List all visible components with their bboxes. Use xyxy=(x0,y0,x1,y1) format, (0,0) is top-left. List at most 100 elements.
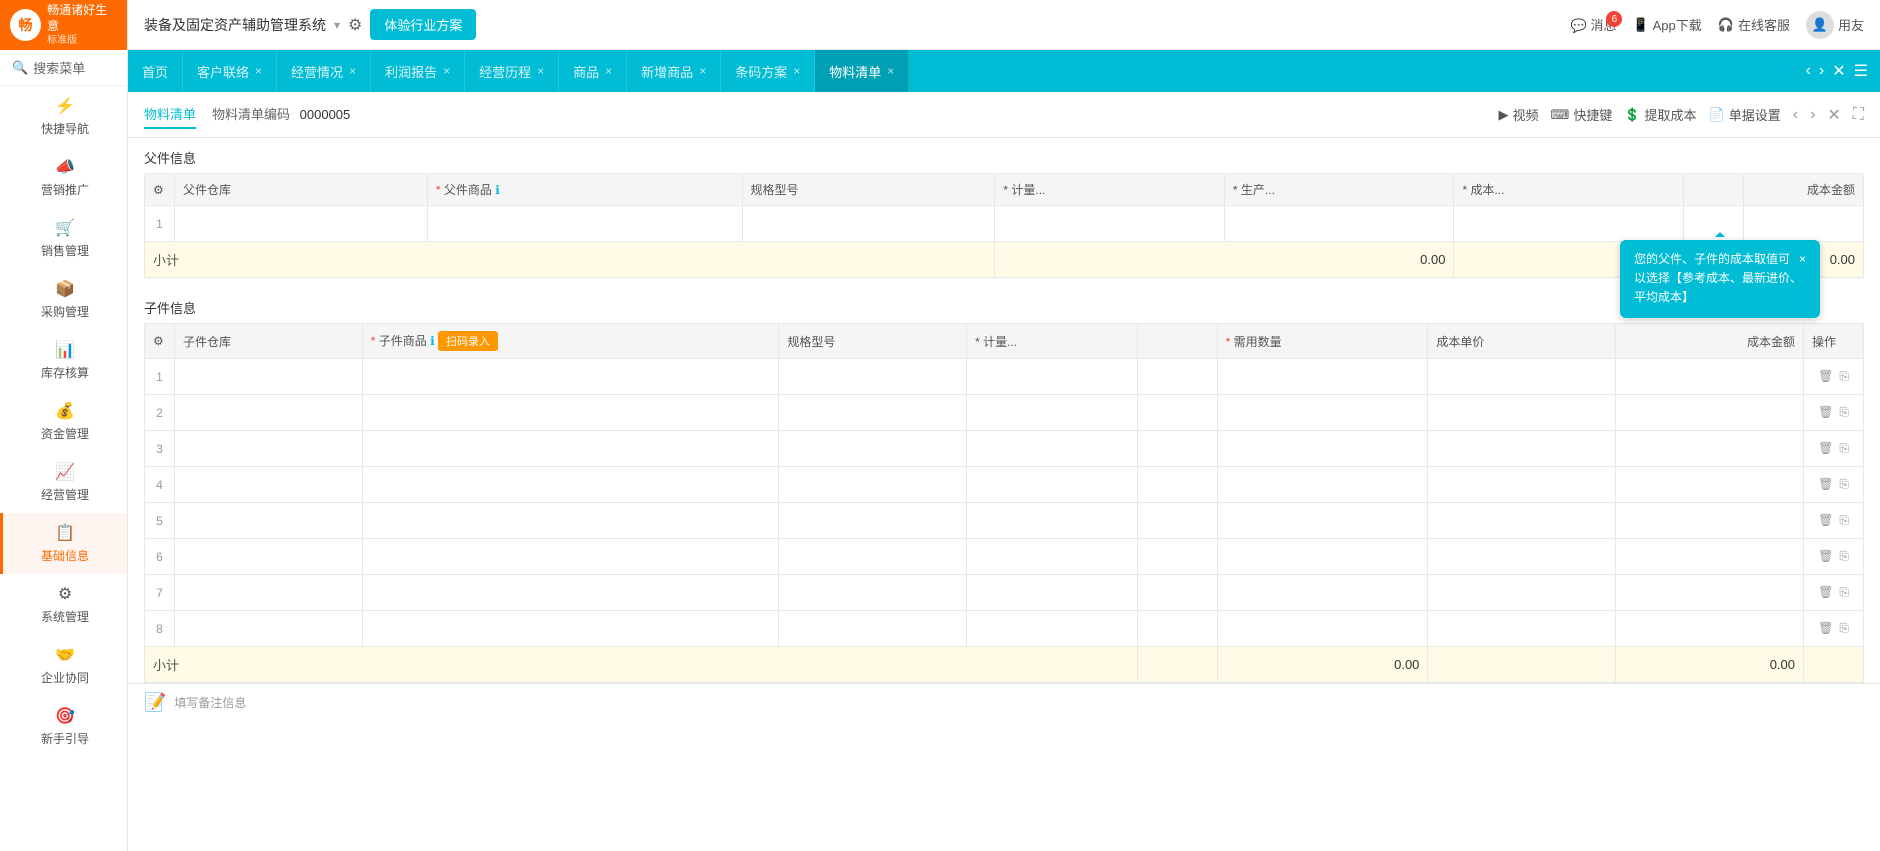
delete-icon-6[interactable]: 🗑 xyxy=(1818,549,1833,564)
sidebar-item-purchase[interactable]: 📦 采购管理 xyxy=(0,269,127,330)
child-cell-unit-cost-2[interactable] xyxy=(1428,395,1616,431)
sidebar-item-basic[interactable]: 📋 基础信息 xyxy=(0,513,127,574)
parent-cell-goods-1[interactable] xyxy=(427,206,742,242)
child-cell-goods-1[interactable] xyxy=(362,359,779,395)
child-cell-spec-3[interactable] xyxy=(779,431,967,467)
tab-close-new-goods[interactable]: × xyxy=(699,64,706,78)
tab-customer[interactable]: 客户联络 × xyxy=(183,50,277,92)
child-cell-warehouse-7[interactable] xyxy=(175,575,363,611)
copy-icon-1[interactable]: ⎘ xyxy=(1839,369,1849,384)
tab-close-all-btn[interactable]: ✕ xyxy=(1828,59,1849,83)
delete-icon-5[interactable]: 🗑 xyxy=(1818,513,1833,528)
close-page-btn[interactable]: ✕ xyxy=(1827,105,1840,125)
parent-cell-unit-1[interactable] xyxy=(995,206,1225,242)
delete-icon-3[interactable]: 🗑 xyxy=(1818,441,1833,456)
tab-close-barcode[interactable]: × xyxy=(793,64,800,78)
child-cell-spec-1[interactable] xyxy=(779,359,967,395)
child-cell-warehouse-1[interactable] xyxy=(175,359,363,395)
shortcut-action[interactable]: ⌨ 快捷键 xyxy=(1551,105,1613,124)
tab-goods[interactable]: 商品 × xyxy=(559,50,627,92)
expand-btn[interactable]: ⛶ xyxy=(1853,106,1864,124)
child-cell-goods-5[interactable] xyxy=(362,503,779,539)
copy-icon-6[interactable]: ⎘ xyxy=(1839,549,1849,564)
child-cell-spec-2[interactable] xyxy=(779,395,967,431)
child-cell-unit-cost-3[interactable] xyxy=(1428,431,1616,467)
tab-close-bom[interactable]: × xyxy=(887,64,894,78)
child-cell-unit-cost-8[interactable] xyxy=(1428,611,1616,647)
child-cell-goods-2[interactable] xyxy=(362,395,779,431)
tab-close-profit[interactable]: × xyxy=(443,64,450,78)
parent-cell-production-1[interactable] xyxy=(1224,206,1454,242)
delete-icon-1[interactable]: 🗑 xyxy=(1818,369,1833,384)
sidebar-item-operation[interactable]: 📈 经营管理 xyxy=(0,452,127,513)
delete-icon-8[interactable]: 🗑 xyxy=(1818,621,1833,636)
child-cell-qty-2[interactable] xyxy=(1217,395,1428,431)
delete-icon-7[interactable]: 🗑 xyxy=(1818,585,1833,600)
message-badge[interactable]: 💬 6 消息 xyxy=(1571,15,1617,34)
page-tab-bom-list[interactable]: 物料清单 xyxy=(144,100,196,129)
child-col-gear[interactable]: ⚙ xyxy=(145,324,175,359)
delete-icon-4[interactable]: 🗑 xyxy=(1818,477,1833,492)
child-cell-unit-cost-7[interactable] xyxy=(1428,575,1616,611)
view-action[interactable]: ▶ 视频 xyxy=(1499,105,1539,124)
child-cell-unit-1[interactable] xyxy=(967,359,1137,395)
online-service[interactable]: 🎧 在线客服 xyxy=(1718,15,1790,34)
parent-cell-cost-1[interactable] xyxy=(1454,206,1684,242)
child-cell-spec-7[interactable] xyxy=(779,575,967,611)
sidebar-item-sales[interactable]: 🛒 销售管理 xyxy=(0,208,127,269)
tab-close-history[interactable]: × xyxy=(537,64,544,78)
child-cell-unit-8[interactable] xyxy=(967,611,1137,647)
copy-icon-7[interactable]: ⎘ xyxy=(1839,585,1849,600)
child-cell-spec-5[interactable] xyxy=(779,503,967,539)
sidebar-item-finance[interactable]: 💰 资金管理 xyxy=(0,391,127,452)
tab-menu-btn[interactable]: ☰ xyxy=(1850,59,1872,83)
child-cell-unit-5[interactable] xyxy=(967,503,1137,539)
tooltip-close-btn[interactable]: × xyxy=(1799,250,1806,269)
tab-new-goods[interactable]: 新增商品 × xyxy=(627,50,721,92)
app-download[interactable]: 📱 App下载 xyxy=(1632,15,1701,34)
child-cell-warehouse-3[interactable] xyxy=(175,431,363,467)
copy-icon-2[interactable]: ⎘ xyxy=(1839,405,1849,420)
child-cell-unit-7[interactable] xyxy=(967,575,1137,611)
parent-cell-warehouse-1[interactable] xyxy=(175,206,428,242)
child-cell-spec-8[interactable] xyxy=(779,611,967,647)
child-cell-goods-4[interactable] xyxy=(362,467,779,503)
sidebar-item-marketing[interactable]: 📣 营销推广 xyxy=(0,147,127,208)
child-cell-warehouse-6[interactable] xyxy=(175,539,363,575)
child-cell-warehouse-8[interactable] xyxy=(175,611,363,647)
child-cell-unit-2[interactable] xyxy=(967,395,1137,431)
tab-close-customer[interactable]: × xyxy=(255,64,262,78)
child-cell-unit-6[interactable] xyxy=(967,539,1137,575)
child-cell-unit-4[interactable] xyxy=(967,467,1137,503)
scan-btn[interactable]: 扫码录入 xyxy=(438,331,498,351)
tab-bom[interactable]: 物料清单 × xyxy=(815,50,909,92)
page-tab-bom-code[interactable]: 物料清单编码 0000005 xyxy=(212,100,350,129)
copy-icon-4[interactable]: ⎘ xyxy=(1839,477,1849,492)
tab-home[interactable]: 首页 xyxy=(128,50,183,92)
tab-close-operation[interactable]: × xyxy=(349,64,356,78)
tab-prev-btn[interactable]: ‹ xyxy=(1802,60,1815,82)
tab-history[interactable]: 经营历程 × xyxy=(465,50,559,92)
child-cell-goods-6[interactable] xyxy=(362,539,779,575)
child-cell-qty-5[interactable] xyxy=(1217,503,1428,539)
child-cell-qty-8[interactable] xyxy=(1217,611,1428,647)
child-cell-goods-7[interactable] xyxy=(362,575,779,611)
child-cell-unit-cost-6[interactable] xyxy=(1428,539,1616,575)
sidebar-item-quicknav[interactable]: ⚡ 快捷导航 xyxy=(0,86,127,147)
child-cell-warehouse-4[interactable] xyxy=(175,467,363,503)
tab-profit[interactable]: 利润报告 × xyxy=(371,50,465,92)
nav-left-btn[interactable]: ‹ xyxy=(1793,106,1798,124)
child-cell-unit-3[interactable] xyxy=(967,431,1137,467)
sidebar-item-system[interactable]: ⚙ 系统管理 xyxy=(0,574,127,635)
child-cell-unit-cost-5[interactable] xyxy=(1428,503,1616,539)
child-cell-warehouse-2[interactable] xyxy=(175,395,363,431)
tab-operation[interactable]: 经营情况 × xyxy=(277,50,371,92)
child-cell-qty-3[interactable] xyxy=(1217,431,1428,467)
user-menu[interactable]: 👤 用友 xyxy=(1806,11,1864,39)
child-cell-goods-8[interactable] xyxy=(362,611,779,647)
child-cell-warehouse-5[interactable] xyxy=(175,503,363,539)
copy-icon-5[interactable]: ⎘ xyxy=(1839,513,1849,528)
copy-icon-8[interactable]: ⎘ xyxy=(1839,621,1849,636)
search-menu[interactable]: 🔍 搜索菜单 xyxy=(0,50,127,86)
tab-close-goods[interactable]: × xyxy=(605,64,612,78)
